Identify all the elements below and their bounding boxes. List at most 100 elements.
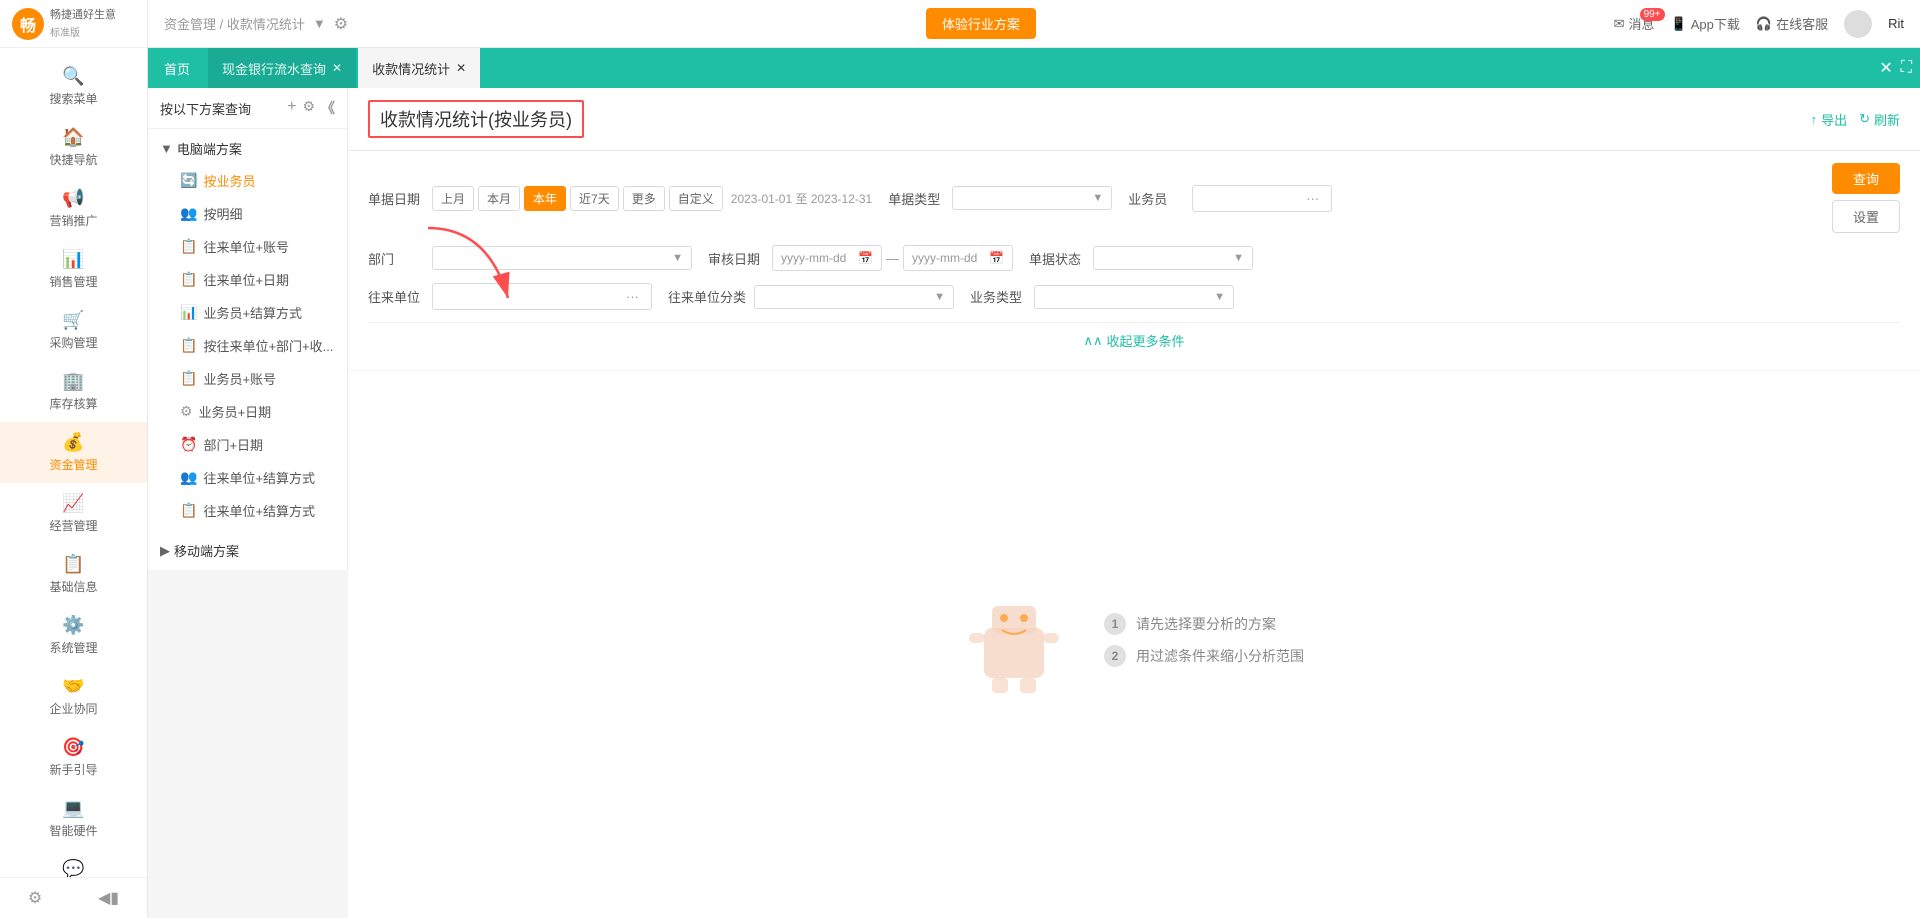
counterpart-category-select[interactable]: ▼ (754, 285, 954, 309)
scheme-item-counterpart-date[interactable]: 📋 往来单位+日期 (148, 263, 347, 296)
scheme-section-mobile-title[interactable]: ▶ 移动端方案 (148, 535, 347, 566)
sidebar-item-wechat[interactable]: 💬 企业微信 (0, 849, 147, 877)
app-download-btn[interactable]: 📱 App下载 (1671, 14, 1740, 33)
robot-svg (964, 588, 1064, 698)
scheme-item-counterpart-settlement1[interactable]: 👥 往来单位+结算方式 (148, 461, 347, 494)
query-button[interactable]: 查询 (1832, 163, 1900, 194)
refresh-icon: ↻ (1859, 111, 1870, 127)
scheme-item-counterpart-dept[interactable]: 📋 按往来单位+部门+收... (148, 329, 347, 362)
sidebar-item-search[interactable]: 🔍 搜索菜单 (0, 56, 147, 117)
tab-expand-icon[interactable]: ⛶ (1901, 59, 1912, 77)
sidebar-item-finance[interactable]: 💰 资金管理 (0, 422, 147, 483)
counterpart-settlement2-icon: 📋 (180, 502, 197, 519)
finance-icon: 💰 (62, 432, 84, 453)
header-left: 资金管理 / 收款情况统计 ▼ ⚙ (164, 14, 348, 34)
sidebar-item-newbie[interactable]: 🎯 新手引导 (0, 727, 147, 788)
sidebar-item-hardware[interactable]: 💻 智能硬件 (0, 788, 147, 849)
message-badge: 99+ (1640, 8, 1665, 21)
refresh-btn[interactable]: ↻ 刷新 (1859, 110, 1900, 129)
business-type-arrow-icon: ▼ (1214, 291, 1225, 303)
scheme-add-btn[interactable]: + (287, 98, 296, 118)
sidebar-nav: 🔍 搜索菜单 🏠 快捷导航 📢 营销推广 📊 销售管理 🛒 采购管理 🏢 库存核… (0, 48, 147, 877)
scheme-settings-btn[interactable]: ⚙ (302, 98, 315, 118)
date-tab-custom[interactable]: 自定义 (669, 186, 723, 211)
empty-illustration (964, 588, 1064, 701)
sidebar-item-label: 资金管理 (49, 456, 97, 473)
demo-button[interactable]: 体验行业方案 (926, 8, 1036, 39)
header-center: 体验行业方案 (926, 8, 1036, 39)
scheme-item-salesperson-settlement[interactable]: 📊 业务员+结算方式 (148, 296, 347, 329)
tab-collection[interactable]: 收款情况统计 ✕ (358, 48, 480, 88)
step-2-label: 用过滤条件来缩小分析范围 (1136, 646, 1304, 666)
sidebar-item-inventory[interactable]: 🏢 库存核算 (0, 361, 147, 422)
content-area: 按以下方案查询 + ⚙ 《 ▼ 电脑端方案 🔄 按业务员 (148, 88, 1920, 918)
date-tab-more[interactable]: 更多 (623, 186, 665, 211)
date-tab-last-month[interactable]: 上月 (432, 186, 474, 211)
search-row-2: 部门 ▼ 审核日期 yyyy-mm-dd 📅 (368, 245, 1900, 271)
salesperson-select[interactable]: ··· (1192, 185, 1332, 212)
sidebar-item-label: 系统管理 (49, 639, 97, 656)
scheme-item-counterpart-settlement2[interactable]: 📋 往来单位+结算方式 (148, 494, 347, 527)
scheme-collapse-btn[interactable]: 《 (321, 98, 335, 118)
export-icon: ↑ (1811, 112, 1818, 127)
sidebar-item-corp[interactable]: 🤝 企业协同 (0, 666, 147, 727)
doc-status-label: 单据状态 (1029, 249, 1085, 268)
tab-home[interactable]: 首页 (148, 48, 206, 88)
sidebar-item-quicknav[interactable]: 🏠 快捷导航 (0, 117, 147, 178)
scheme-item-counterpart-account[interactable]: 📋 往来单位+账号 (148, 230, 347, 263)
sidebar-item-system[interactable]: ⚙️ 系统管理 (0, 605, 147, 666)
review-date-end-value: yyyy-mm-dd (912, 251, 977, 265)
scheme-panel-wrapper: 按以下方案查询 + ⚙ 《 ▼ 电脑端方案 🔄 按业务员 (148, 88, 348, 918)
scheme-item-dept-date[interactable]: ⏰ 部门+日期 (148, 428, 347, 461)
user-avatar[interactable] (1844, 10, 1872, 38)
service-icon: 🎧 (1756, 16, 1772, 32)
date-tab-this-year[interactable]: 本年 (524, 186, 566, 211)
sidebar-item-label: 新手引导 (49, 761, 97, 778)
sidebar-item-sales[interactable]: 📊 销售管理 (0, 239, 147, 300)
scheme-item-salesperson-date[interactable]: ⚙ 业务员+日期 (148, 395, 347, 428)
date-tab-last7[interactable]: 近7天 (570, 186, 619, 211)
sidebar-item-purchase[interactable]: 🛒 采购管理 (0, 300, 147, 361)
scheme-header-actions: + ⚙ 《 (287, 98, 335, 118)
sidebar-item-marketing[interactable]: 📢 营销推广 (0, 178, 147, 239)
salesperson-more-btn[interactable]: ··· (1302, 191, 1323, 206)
mobile-section-label: 移动端方案 (174, 541, 239, 560)
tab-bank-close-icon[interactable]: ✕ (332, 61, 342, 75)
page-header: 收款情况统计(按业务员) ↑ 导出 ↻ 刷新 (348, 88, 1920, 151)
counterpart-more-btn[interactable]: ··· (622, 289, 643, 304)
date-tab-this-month[interactable]: 本月 (478, 186, 520, 211)
business-type-select[interactable]: ▼ (1034, 285, 1234, 309)
scheme-item-by-salesperson[interactable]: 🔄 按业务员 (148, 164, 347, 197)
sidebar-item-operation[interactable]: 📈 经营管理 (0, 483, 147, 544)
scheme-item-salesperson-account[interactable]: 📋 业务员+账号 (148, 362, 347, 395)
counterpart-select[interactable]: ··· (432, 283, 652, 310)
tab-bank[interactable]: 现金银行流水查询 ✕ (208, 48, 356, 88)
footer-collapse-btn[interactable]: ◀▮ (98, 888, 119, 908)
system-icon: ⚙️ (62, 615, 84, 636)
review-date-start-input[interactable]: yyyy-mm-dd 📅 (772, 245, 882, 271)
sidebar-item-label: 营销推广 (49, 212, 97, 229)
review-date-label: 审核日期 (708, 249, 764, 268)
header-settings-icon[interactable]: ⚙ (334, 14, 348, 34)
tab-close-all-icon[interactable]: ✕ (1879, 58, 1892, 78)
doc-status-select[interactable]: ▼ (1093, 246, 1253, 270)
message-btn[interactable]: ✉ 消息 99+ (1614, 14, 1655, 33)
sidebar-item-label: 智能硬件 (49, 822, 97, 839)
scheme-item-by-detail[interactable]: 👥 按明细 (148, 197, 347, 230)
collapse-more-conditions-btn[interactable]: ∧∧ 收起更多条件 (368, 322, 1900, 358)
review-date-end-input[interactable]: yyyy-mm-dd 📅 (903, 245, 1013, 271)
scheme-item-label: 往来单位+日期 (203, 270, 289, 289)
export-btn[interactable]: ↑ 导出 (1811, 110, 1848, 129)
doc-type-select[interactable]: ▼ (952, 186, 1112, 210)
scheme-section-desktop-title[interactable]: ▼ 电脑端方案 (148, 133, 347, 164)
dept-select[interactable]: ▼ (432, 246, 692, 270)
logo-text: 畅捷通好生意 (50, 8, 116, 22)
settings-button[interactable]: 设置 (1832, 200, 1900, 233)
salesperson-account-icon: 📋 (180, 370, 197, 387)
tab-collection-close-icon[interactable]: ✕ (456, 61, 466, 75)
breadcrumb-dropdown-icon[interactable]: ▼ (313, 16, 326, 31)
footer-settings-btn[interactable]: ⚙ (28, 888, 42, 908)
sidebar-item-basic[interactable]: 📋 基础信息 (0, 544, 147, 605)
date-range-text: 2023-01-01 至 2023-12-31 (731, 190, 872, 207)
online-service-btn[interactable]: 🎧 在线客服 (1756, 14, 1828, 33)
